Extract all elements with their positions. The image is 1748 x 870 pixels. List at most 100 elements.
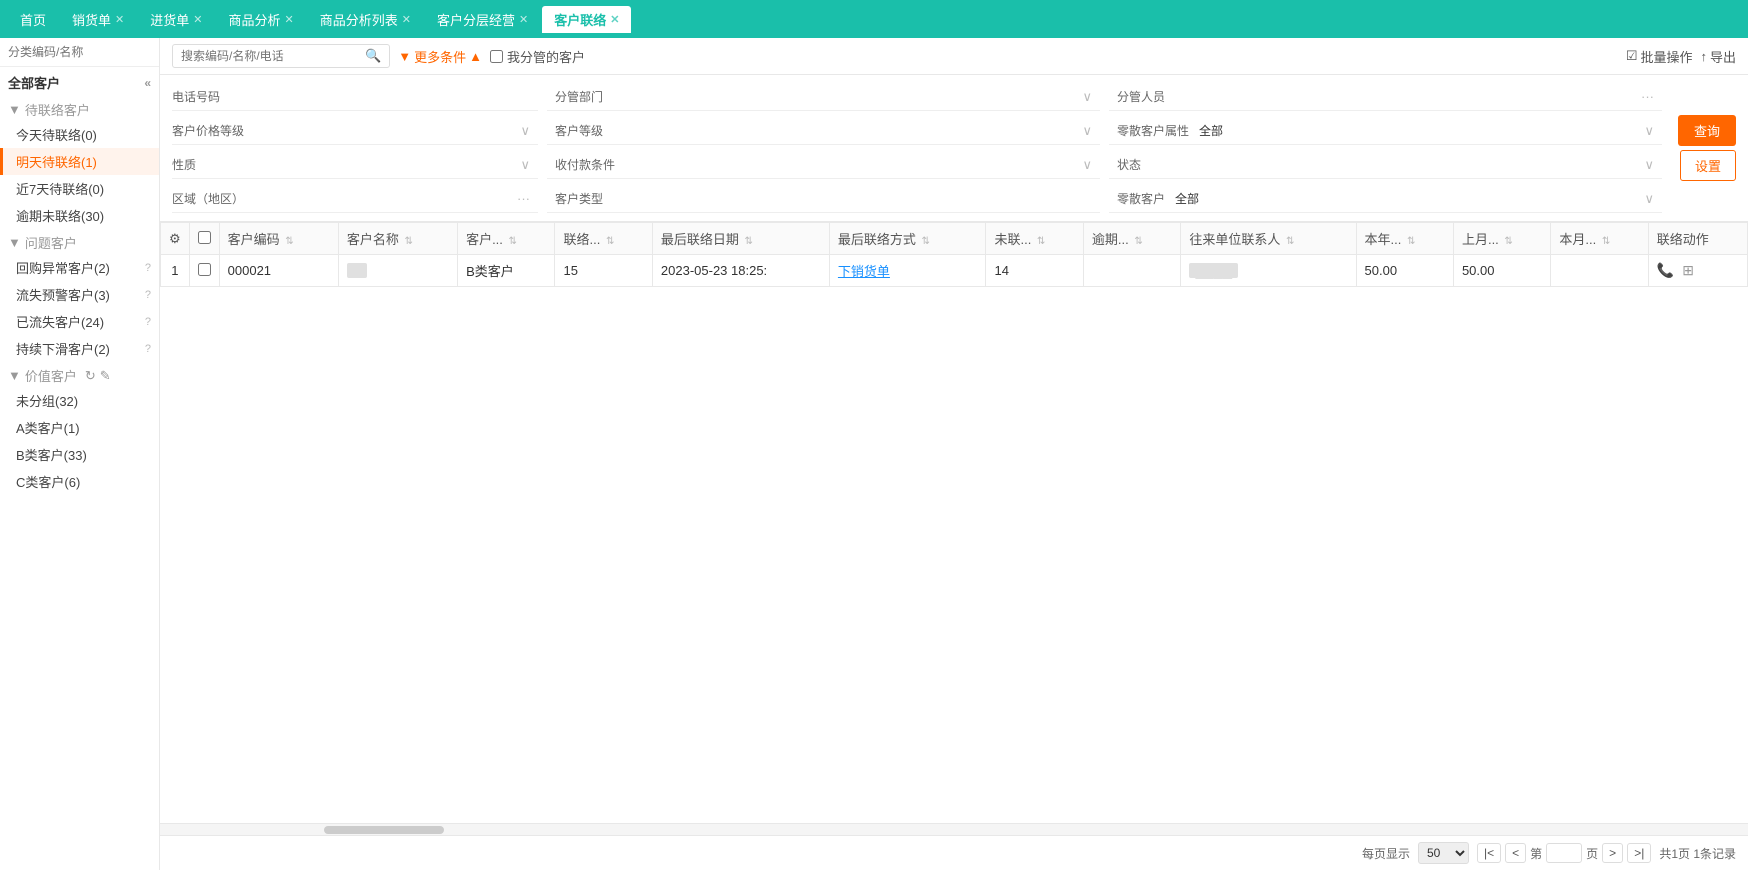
per-page-select[interactable]: 50 100 200 [1418, 842, 1469, 864]
refresh-icon[interactable]: ↻ [85, 368, 96, 384]
nav-purchase-close[interactable]: ✕ [193, 13, 202, 26]
horizontal-scrollbar[interactable] [160, 823, 1748, 835]
edit-icon[interactable]: ✎ [100, 368, 111, 384]
help-icon-churn: ? [145, 289, 151, 301]
nav-product-list-close[interactable]: ✕ [402, 13, 411, 26]
action-icons: 📞 ⊞ [1657, 262, 1739, 279]
retail-attr-select[interactable]: ∨ [1229, 123, 1654, 139]
arrow-down-icon: ▼ [8, 102, 21, 117]
sidebar-item-a-class[interactable]: A类客户(1) [0, 414, 159, 441]
nav-customer-tier[interactable]: 客户分层经营 ✕ [425, 6, 540, 33]
td-this-month [1551, 255, 1648, 287]
sidebar-item-declining[interactable]: 持续下滑客户(2) ? [0, 335, 159, 362]
sidebar-item-tomorrow[interactable]: 明天待联络(1) [0, 148, 159, 175]
nav-home[interactable]: 首页 [8, 6, 58, 33]
th-last-month: 上月... ⇅ [1453, 223, 1550, 255]
per-page-label: 每页显示 [1362, 845, 1410, 862]
nav-product-analysis[interactable]: 商品分析 ✕ [216, 6, 305, 33]
th-name: 客户名称 ⇅ [338, 223, 457, 255]
gender-select[interactable]: ∨ [202, 157, 530, 173]
filter-row-3: 性质 ∨ 收付款条件 ∨ [172, 151, 1662, 179]
grid-action-icon[interactable]: ⊞ [1682, 262, 1694, 279]
page-number-input[interactable]: 1 [1546, 843, 1582, 863]
table-area: ⚙ 客户编码 ⇅ 客户名称 ⇅ 客户... ⇅ 联络... ⇅ 最后联络日期 ⇅… [160, 222, 1748, 823]
sidebar-item-7days[interactable]: 近7天待联络(0) [0, 175, 159, 202]
select-all-checkbox[interactable] [198, 231, 211, 244]
filter-manager: 分管人员 ··· [1109, 83, 1662, 111]
my-customers-checkbox[interactable] [490, 50, 503, 63]
sidebar-item-today[interactable]: 今天待联络(0) [0, 121, 159, 148]
next-page-btn[interactable]: > [1602, 843, 1623, 863]
prev-page-btn[interactable]: < [1505, 843, 1526, 863]
td-action: 📞 ⊞ [1648, 255, 1747, 287]
export-icon: ↑ [1700, 49, 1707, 64]
chevron-down-icon5: ∨ [520, 157, 530, 173]
row-checkbox[interactable] [198, 263, 211, 276]
first-page-btn[interactable]: |< [1477, 843, 1501, 863]
nav-contact-close[interactable]: ✕ [610, 13, 619, 26]
retail-customer-select[interactable]: ∨ [1205, 191, 1654, 207]
status-select[interactable]: ∨ [1147, 157, 1654, 173]
filter-customer-level: 客户等级 ∨ [547, 117, 1100, 145]
dept-select[interactable]: ∨ [609, 89, 1092, 105]
sort-icon-unlocked: ⇅ [1037, 236, 1045, 247]
sidebar-item-ungrouped[interactable]: 未分组(32) [0, 387, 159, 414]
sidebar-item-churned[interactable]: 已流失客户(24) ? [0, 308, 159, 335]
filter-phone: 电话号码 [172, 83, 538, 111]
phone-action-icon[interactable]: 📞 [1657, 262, 1674, 279]
footer: 每页显示 50 100 200 |< < 第 1 页 > >| 共1页 1条记录 [160, 835, 1748, 870]
collapse-icon[interactable]: « [144, 76, 151, 90]
nav-product-list-label: 商品分析列表 [320, 10, 398, 29]
main-layout: 🔍 全部客户 « ▼ 待联络客户 今天待联络(0) 明天待联络(1) 近7天待联… [0, 38, 1748, 870]
toolbar: 🔍 ▼ 更多条件 ▲ 我分管的客户 ☑ 批量操作 ↑ 导出 [160, 38, 1748, 75]
settings-button[interactable]: 设置 [1680, 150, 1736, 181]
chevron-down-icon: ∨ [1082, 89, 1092, 105]
nav-purchase-order[interactable]: 进货单 ✕ [138, 6, 214, 33]
th-unit-contact: 往来单位联系人 ⇅ [1181, 223, 1356, 255]
filter-panel: 电话号码 分管部门 ∨ 分管人员 [160, 75, 1748, 222]
problem-group-title: ▼ 问题客户 [0, 229, 159, 254]
payment-select[interactable]: ∨ [621, 157, 1092, 173]
query-button[interactable]: 查询 [1678, 115, 1736, 146]
arrow-down-icon2: ▼ [8, 235, 21, 250]
th-checkbox[interactable] [189, 223, 219, 255]
sidebar-item-b-class[interactable]: B类客户(33) [0, 441, 159, 468]
more-filters-btn[interactable]: ▼ 更多条件 ▲ [398, 47, 482, 66]
search-input[interactable] [181, 49, 361, 63]
customer-table: ⚙ 客户编码 ⇅ 客户名称 ⇅ 客户... ⇅ 联络... ⇅ 最后联络日期 ⇅… [160, 222, 1748, 287]
search-icon[interactable]: 🔍 [365, 48, 381, 64]
export-btn[interactable]: ↑ 导出 [1700, 47, 1736, 66]
last-page-btn[interactable]: >| [1627, 843, 1651, 863]
sidebar-item-c-class[interactable]: C类客户(6) [0, 468, 159, 495]
manager-select[interactable]: ··· [1171, 89, 1654, 104]
nav-sales-close[interactable]: ✕ [115, 13, 124, 26]
sidebar-item-abnormal[interactable]: 回购异常客户(2) ? [0, 254, 159, 281]
scrollbar-thumb[interactable] [324, 826, 444, 834]
sort-icon-tm: ⇅ [1602, 236, 1610, 247]
last-method-link[interactable]: 下销货单 [838, 264, 890, 279]
sidebar-search-input[interactable] [8, 45, 160, 59]
help-icon-churned: ? [145, 316, 151, 328]
td-type: B类客户 [458, 255, 555, 287]
sidebar-item-overdue[interactable]: 逾期未联络(30) [0, 202, 159, 229]
more-icon: ··· [1641, 89, 1654, 104]
customer-level-select[interactable]: ∨ [609, 123, 1092, 139]
region-select[interactable]: ··· [250, 191, 530, 206]
nav-product-analysis-close[interactable]: ✕ [285, 13, 294, 26]
more-icon2: ··· [517, 191, 530, 206]
sidebar-item-churn-warning[interactable]: 流失预警客户(3) ? [0, 281, 159, 308]
nav-customer-tier-close[interactable]: ✕ [519, 13, 528, 26]
td-checkbox[interactable] [189, 255, 219, 287]
batch-op-btn[interactable]: ☑ 批量操作 [1626, 47, 1693, 66]
filter-row-1: 电话号码 分管部门 ∨ 分管人员 [172, 83, 1662, 111]
total-label: 共1页 1条记录 [1659, 845, 1736, 862]
sort-icon-overdue: ⇅ [1134, 236, 1142, 247]
th-last-method: 最后联络方式 ⇅ [829, 223, 986, 255]
filter-price-level: 客户价格等级 ∨ [172, 117, 538, 145]
nav-product-analysis-list[interactable]: 商品分析列表 ✕ [308, 6, 423, 33]
nav-sales-order[interactable]: 销货单 ✕ [60, 6, 136, 33]
sort-icon-code: ⇅ [285, 236, 293, 247]
th-gear[interactable]: ⚙ [161, 223, 190, 255]
price-level-select[interactable]: ∨ [250, 123, 530, 139]
nav-customer-contact[interactable]: 客户联络 ✕ [542, 6, 631, 33]
